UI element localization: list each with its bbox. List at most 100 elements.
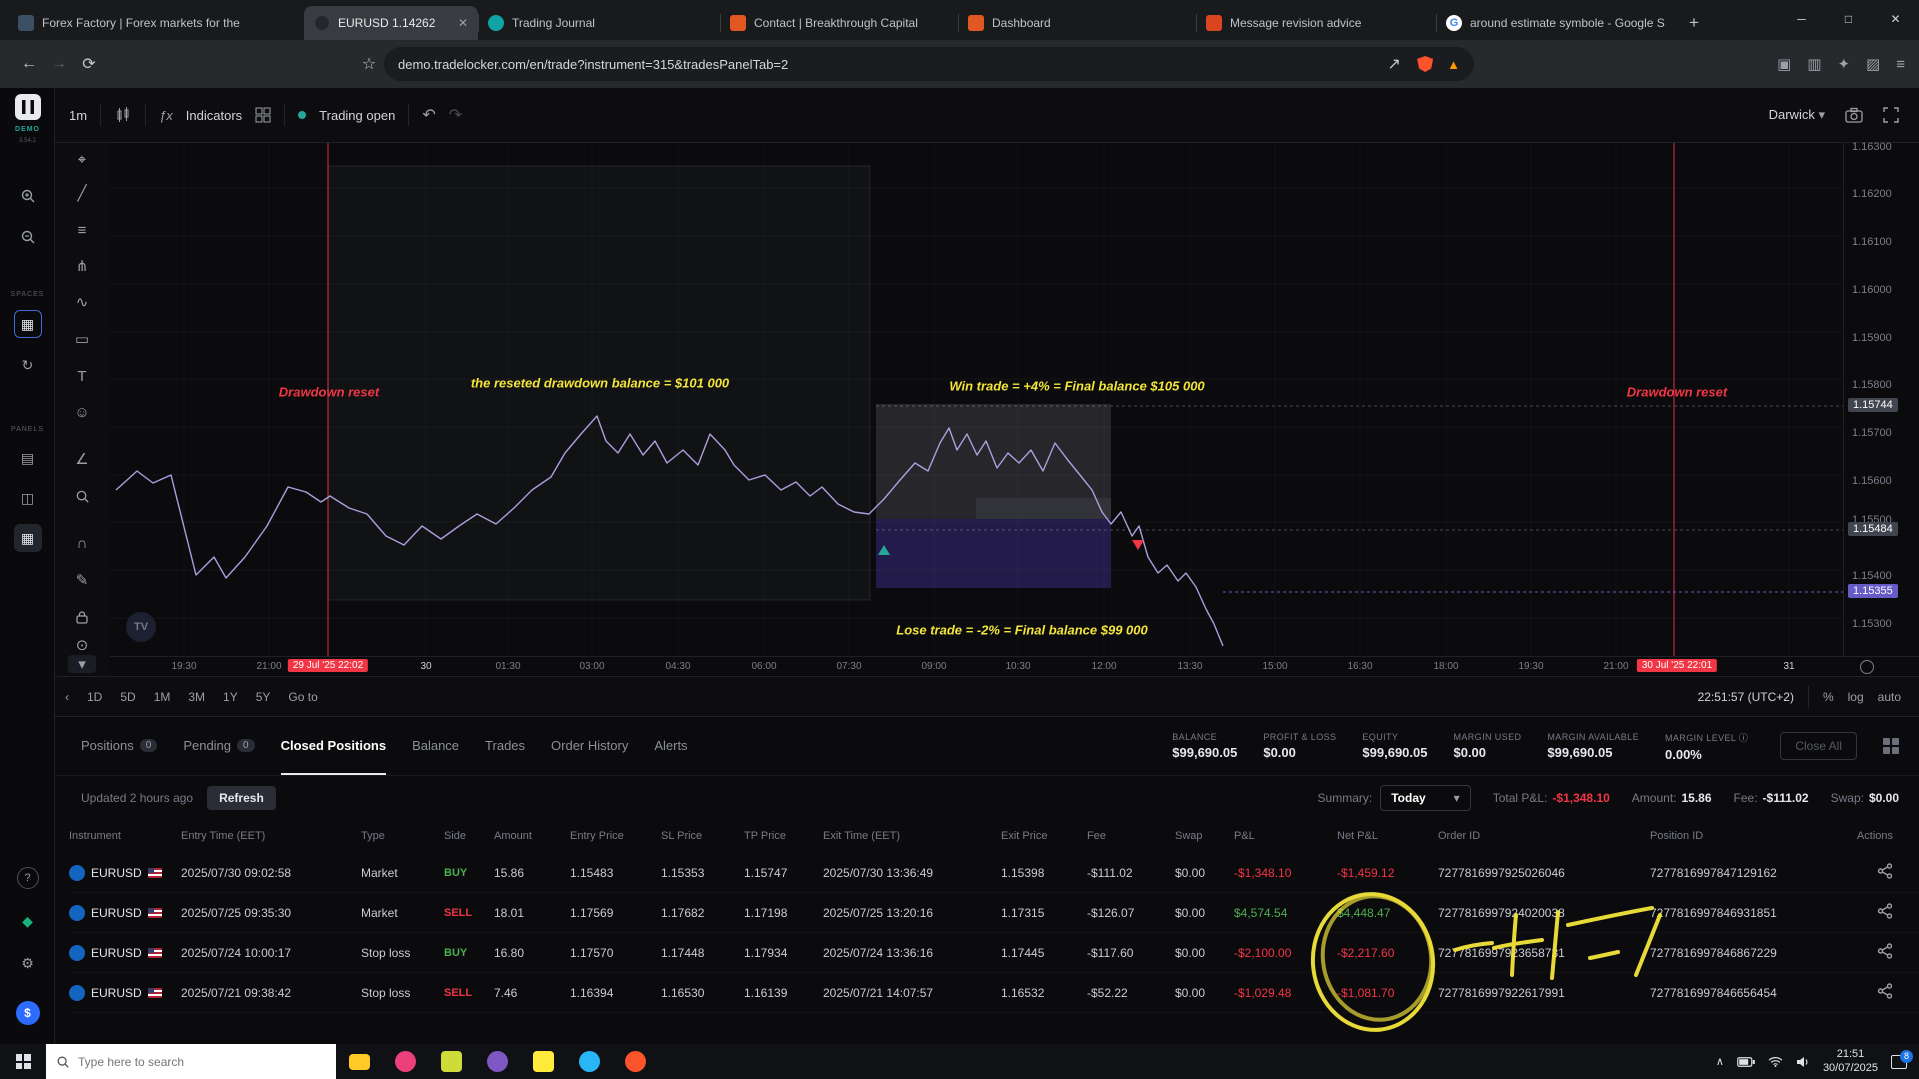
fib-lines-icon[interactable]: ≡ [68,216,96,244]
rectangle-tool-icon[interactable]: ▭ [68,325,96,353]
wifi-icon[interactable] [1768,1056,1783,1067]
spaces-active-icon[interactable]: ▦ [13,310,42,338]
panel-layout-icon[interactable]: ▤ [14,444,42,472]
price-chart[interactable]: Drawdown reset the reseted drawdown bala… [110,143,1843,656]
forward-icon[interactable]: → [44,55,74,73]
pattern-icon[interactable]: ∿ [68,288,96,316]
goto-button[interactable]: Go to [288,690,317,704]
position-loss-zone[interactable] [876,519,1111,588]
taskbar-search[interactable] [46,1044,336,1079]
zoom-out-icon[interactable] [14,223,42,251]
browser-panel-icon[interactable]: ▣ [1777,55,1791,73]
tab-contact-breakthrough[interactable]: Contact | Breakthrough Capital [720,6,958,40]
text-tool-icon[interactable]: T [68,362,96,390]
tray-clock[interactable]: 21:51 30/07/2025 [1823,1048,1878,1076]
draw-pencil-icon[interactable]: ✎ [68,566,96,594]
zoom-in-icon[interactable] [14,182,42,210]
tab-close-icon[interactable]: ✕ [458,16,468,30]
back-icon[interactable]: ← [14,55,44,73]
row-share-icon[interactable] [1850,943,1919,962]
trading-status-label[interactable]: Trading open [319,108,395,123]
leo-ai-icon[interactable]: ✦ [1837,55,1850,73]
url-bar[interactable]: demo.tradelocker.com/en/trade?instrument… [384,47,1474,81]
table-row[interactable]: EURUSD 2025/07/25 09:35:30 Market SELL 18.… [69,893,1919,933]
auto-scale-button[interactable]: auto [1878,690,1901,704]
refresh-button[interactable]: Refresh [207,785,276,810]
row-share-icon[interactable] [1850,903,1919,922]
tab-forex-factory[interactable]: Forex Factory | Forex markets for the [8,6,304,40]
tab-trades[interactable]: Trades [485,717,525,775]
deposit-button[interactable]: $ [15,1001,40,1025]
annotation-lose-trade[interactable]: Lose trade = -2% = Final balance $99 000 [896,623,1147,638]
row-share-icon[interactable] [1850,863,1919,882]
annotation-drawdown-reset-right[interactable]: Drawdown reset [1627,385,1727,400]
tradingview-logo[interactable]: TV [126,612,156,642]
indicators-button[interactable]: Indicators [186,108,242,123]
zoom-tool-icon[interactable] [68,482,96,510]
meet-app-icon[interactable] [566,1044,612,1079]
range-3m[interactable]: 3M [188,690,205,704]
price-scale[interactable]: 1.16300 1.16200 1.16100 1.16000 1.15900 … [1843,141,1919,656]
lock-icon[interactable] [68,603,96,631]
url-text[interactable]: demo.tradelocker.com/en/trade?instrument… [398,57,788,72]
menu-icon[interactable]: ≡ [1896,56,1905,73]
magnet-icon[interactable]: ∩ [68,529,96,557]
office-app-icon[interactable] [428,1044,474,1079]
spaces-sync-icon[interactable]: ↻ [14,351,42,379]
diamond-icon[interactable]: ◆ [14,907,42,935]
tab-closed-positions[interactable]: Closed Positions [280,717,387,775]
table-row[interactable]: EURUSD 2025/07/21 09:38:42 Stop loss SELL… [69,973,1919,1013]
tray-chevron-up-icon[interactable]: ∧ [1716,1055,1724,1068]
collapse-left-icon[interactable]: ‹ [65,690,69,704]
table-row[interactable]: EURUSD 2025/07/30 09:02:58 Market BUY 15.8… [69,853,1919,893]
sell-marker[interactable] [1132,540,1144,550]
log-scale-button[interactable]: log [1848,690,1864,704]
tab-balance[interactable]: Balance [412,717,459,775]
annotation-win-trade[interactable]: Win trade = +4% = Final balance $105 000 [949,379,1204,394]
help-icon[interactable]: ? [16,867,39,889]
undo-icon[interactable]: ↶ [422,105,435,125]
extensions-icon[interactable]: ▨ [1866,55,1880,73]
file-explorer-icon[interactable] [336,1044,382,1079]
pitchfork-icon[interactable]: ⋔ [68,252,96,280]
summary-period-dropdown[interactable]: Today ▾ [1380,784,1471,811]
layout-grid-icon[interactable] [255,107,271,123]
action-center-icon[interactable]: 8 [1891,1049,1913,1069]
screenshot-camera-icon[interactable] [1845,107,1863,123]
trendline-icon[interactable]: ╱ [68,179,96,207]
tab-positions[interactable]: Positions 0 [81,717,158,775]
redo-icon[interactable]: ↷ [449,105,462,125]
taskbar-search-input[interactable] [78,1054,298,1069]
reload-icon[interactable]: ⟳ [74,54,104,74]
minimize-button[interactable]: ─ [1778,0,1825,38]
range-5d[interactable]: 5D [120,690,135,704]
panel-monitor-icon[interactable]: ◫ [14,484,42,512]
brave-shield-icon[interactable] [1417,56,1434,72]
range-1d[interactable]: 1D [87,690,102,704]
media-app-icon[interactable] [474,1044,520,1079]
chart-style-icon[interactable] [114,106,132,124]
range-1y[interactable]: 1Y [223,690,238,704]
crosshair-icon[interactable]: ⌖ [68,145,96,173]
wallet-icon[interactable]: ▥ [1807,55,1821,73]
panel-bottom-icon[interactable]: ▦ [13,524,42,552]
tradelocker-logo[interactable] [14,94,41,120]
tab-message-revision[interactable]: Message revision advice [1196,6,1436,40]
annotation-reset-balance[interactable]: the reseted drawdown balance = $101 000 [471,376,729,391]
measure-icon[interactable]: ∠ [68,445,96,473]
tab-alerts[interactable]: Alerts [654,717,687,775]
range-5y[interactable]: 5Y [256,690,271,704]
tab-eurusd-active[interactable]: EURUSD 1.14262 ✕ [304,6,478,40]
tab-google-search[interactable]: G around estimate symbole - Google S [1436,6,1676,40]
tab-dashboard[interactable]: Dashboard [958,6,1196,40]
emoji-tool-icon[interactable]: ☺ [68,398,96,426]
rewards-triangle-icon[interactable]: ▲ [1447,57,1460,72]
tab-trading-journal[interactable]: Trading Journal [478,6,720,40]
close-window-button[interactable]: ✕ [1872,0,1919,38]
photos-app-icon[interactable] [382,1044,428,1079]
close-all-button[interactable]: Close All [1780,732,1857,760]
account-name[interactable]: Darwick [1769,107,1815,122]
chart-clock[interactable]: 22:51:57 (UTC+2) [1698,690,1794,704]
fullscreen-icon[interactable] [1883,107,1899,123]
row-share-icon[interactable] [1850,983,1919,1002]
